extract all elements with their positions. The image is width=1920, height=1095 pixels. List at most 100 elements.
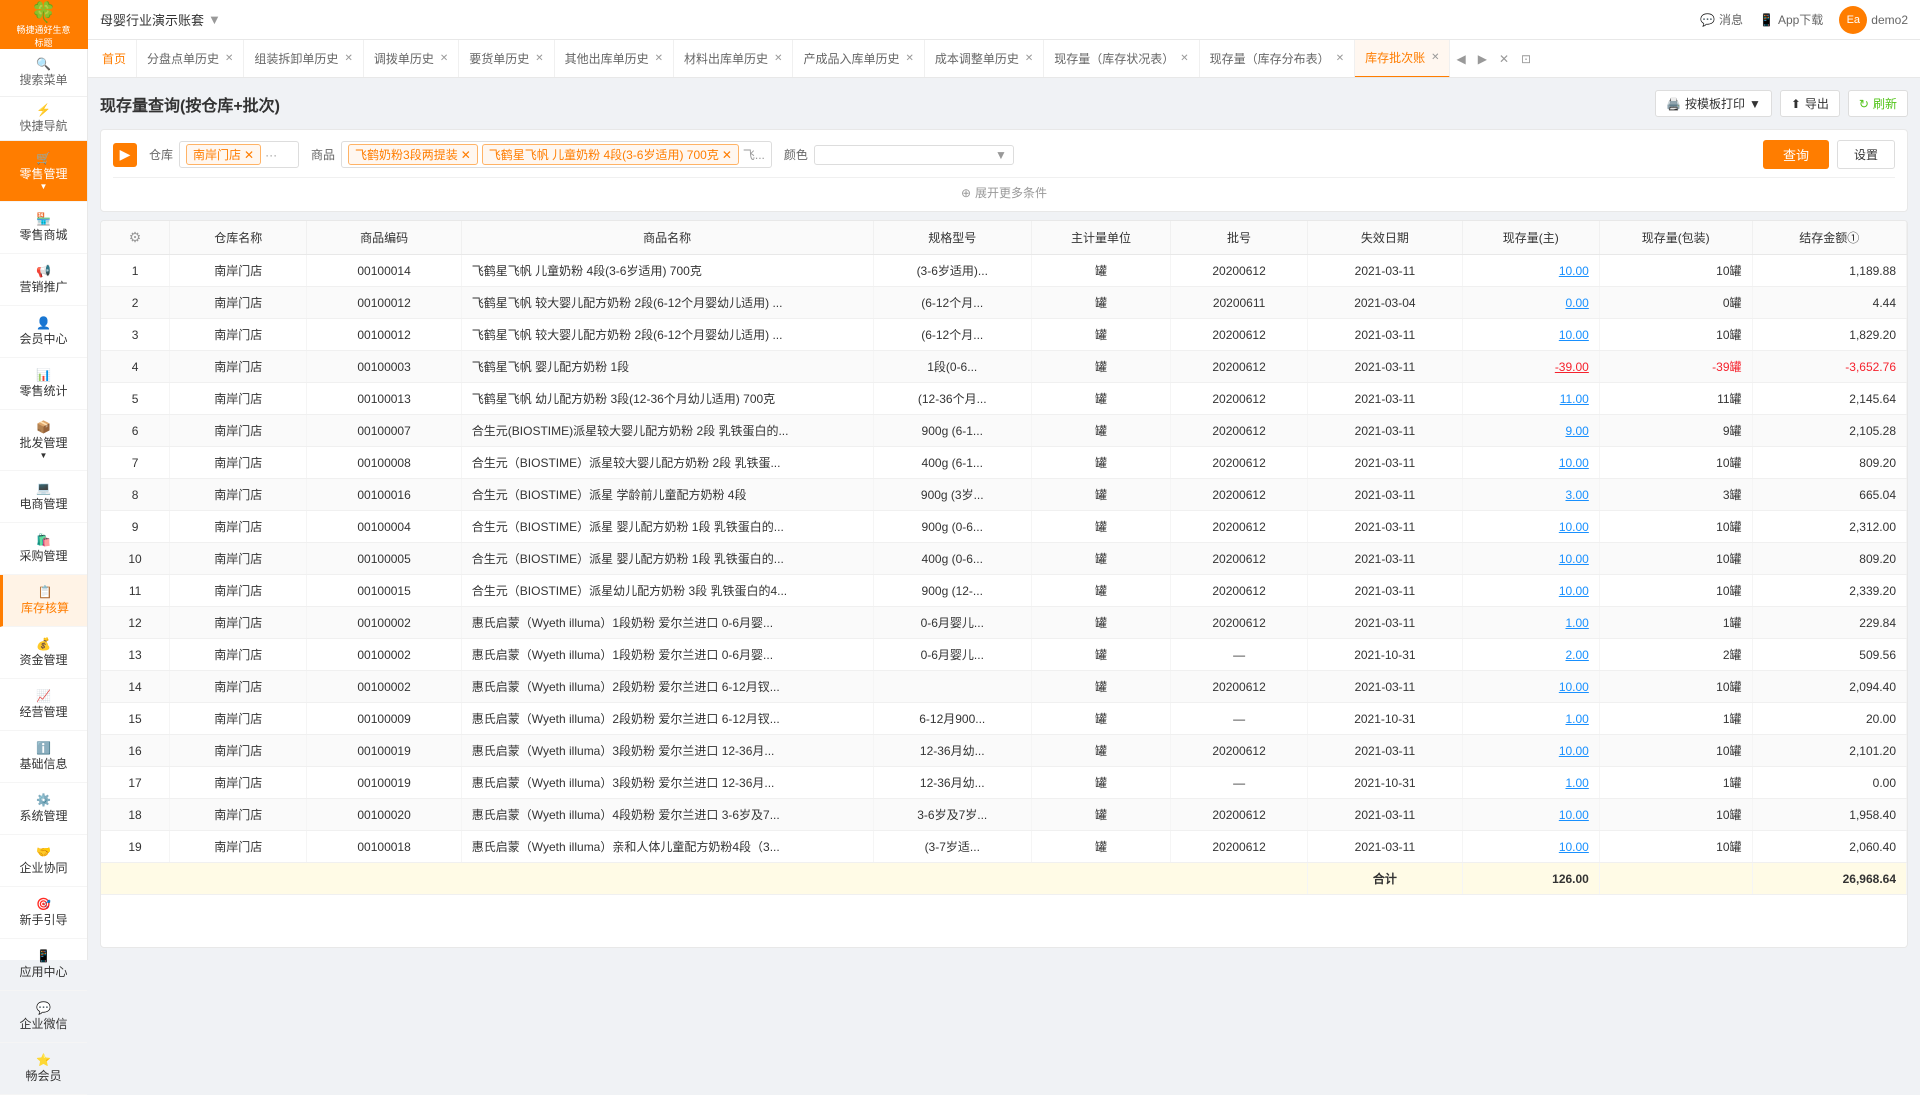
close-icon[interactable]: ✕	[655, 53, 663, 64]
close-icon[interactable]: ✕	[905, 53, 913, 64]
tab-finished-inbound[interactable]: 产成品入库单历史 ✕	[793, 40, 924, 78]
sidebar-item-retail-mgmt[interactable]: 🛒 零售管理 ▼	[0, 141, 87, 202]
tab-home[interactable]: 首页	[92, 40, 137, 78]
color-tag-container[interactable]: ▼	[814, 145, 1014, 165]
export-button[interactable]: ⬆ 导出	[1780, 90, 1840, 117]
close-icon[interactable]: ✕	[535, 53, 543, 64]
tab-inventory-count[interactable]: 分盘点单历史 ✕	[137, 40, 244, 78]
row-unit: 罐	[1031, 351, 1170, 383]
close-icon[interactable]: ✕	[1431, 52, 1439, 63]
goods-tag-1-close[interactable]: ✕	[461, 148, 471, 162]
row-qty-main[interactable]: 10.00	[1462, 511, 1599, 543]
tab-other-outbound[interactable]: 其他出库单历史 ✕	[555, 40, 674, 78]
tab-batch-account[interactable]: 库存批次账 ✕	[1355, 40, 1450, 78]
goods-filter-dots[interactable]: 飞...	[743, 146, 765, 163]
filter-expand-button[interactable]: ▶	[113, 143, 137, 167]
app-download-btn[interactable]: 📱 App下载	[1759, 11, 1823, 28]
tab-more-btn[interactable]: ⊡	[1515, 48, 1537, 70]
goods-tag-container[interactable]: 飞鹤奶粉3段两提装 ✕ 飞鹤星飞帆 儿童奶粉 4段(3-6岁适用) 700克 ✕…	[341, 141, 772, 168]
row-qty-main[interactable]: 1.00	[1462, 767, 1599, 799]
ecommerce-icon: 💻	[4, 481, 83, 495]
row-qty-main[interactable]: 10.00	[1462, 799, 1599, 831]
goods-tag-2-close[interactable]: ✕	[722, 148, 732, 162]
row-qty-main[interactable]: 11.00	[1462, 383, 1599, 415]
row-expire: 2021-03-11	[1308, 479, 1462, 511]
col-header-settings[interactable]: ⚙	[101, 221, 170, 255]
sidebar-item-guide[interactable]: 🎯 新手引导	[0, 887, 87, 939]
sidebar-item-finance[interactable]: 💰 资金管理	[0, 627, 87, 679]
row-qty-main[interactable]: 10.00	[1462, 319, 1599, 351]
row-qty-main[interactable]: 10.00	[1462, 735, 1599, 767]
close-icon[interactable]: ✕	[1336, 53, 1344, 64]
sidebar-item-inventory[interactable]: 📋 库存核算	[0, 575, 87, 627]
row-index: 4	[101, 351, 170, 383]
tab-requisition[interactable]: 要货单历史 ✕	[459, 40, 554, 78]
sidebar-quicknav[interactable]: ⚡ 快捷导航	[0, 97, 87, 141]
sidebar-item-appstore[interactable]: 📱 应用中心	[0, 939, 87, 991]
settings-button[interactable]: 设置	[1837, 140, 1895, 169]
table-row: 2 南岸门店 00100012 飞鹤星飞帆 较大婴儿配方奶粉 2段(6-12个月…	[101, 287, 1907, 319]
sidebar-item-retail-stats[interactable]: 📊 零售统计	[0, 358, 87, 410]
sidebar-item-enterprise[interactable]: 🤝 企业协同	[0, 835, 87, 887]
row-qty-main[interactable]: 10.00	[1462, 671, 1599, 703]
user-profile[interactable]: Ea demo2	[1839, 6, 1908, 34]
row-expire: 2021-03-11	[1308, 319, 1462, 351]
warehouse-filter-dots[interactable]: ···	[265, 148, 277, 162]
close-icon[interactable]: ✕	[774, 53, 782, 64]
warehouse-tag-container[interactable]: 南岸门店 ✕ ···	[179, 141, 299, 168]
sidebar-item-purchase[interactable]: 🛍️ 采购管理	[0, 523, 87, 575]
row-qty-main[interactable]: 9.00	[1462, 415, 1599, 447]
row-qty-main[interactable]: 10.00	[1462, 255, 1599, 287]
logo-text: 畅捷通好生意	[16, 25, 70, 36]
sidebar-search[interactable]: 🔍 搜索菜单	[0, 49, 87, 97]
sidebar-item-basic-info[interactable]: ℹ️ 基础信息	[0, 731, 87, 783]
table-row: 13 南岸门店 00100002 惠氏启蒙（Wyeth illuma）1段奶粉 …	[101, 639, 1907, 671]
sidebar-item-vip[interactable]: ⭐ 畅会员	[0, 1043, 87, 1095]
row-qty-main[interactable]: -39.00	[1462, 351, 1599, 383]
message-btn[interactable]: 💬 消息	[1700, 11, 1743, 28]
sidebar-item-wechat[interactable]: 💬 企业微信	[0, 991, 87, 1043]
close-icon[interactable]: ✕	[440, 53, 448, 64]
close-icon[interactable]: ✕	[225, 53, 233, 64]
row-qty-main[interactable]: 0.00	[1462, 287, 1599, 319]
refresh-button[interactable]: ↻ 刷新	[1848, 90, 1908, 117]
row-qty-main[interactable]: 10.00	[1462, 831, 1599, 863]
marketing-icon: 📢	[4, 264, 83, 278]
tab-transfer[interactable]: 调拨单历史 ✕	[364, 40, 459, 78]
row-spec: 12-36月幼...	[873, 767, 1031, 799]
tab-close-btn[interactable]: ✕	[1493, 48, 1515, 70]
account-selector[interactable]: 母婴行业演示账套 ▼	[100, 10, 221, 29]
sidebar-item-marketing[interactable]: 📢 营销推广	[0, 254, 87, 306]
expand-more-btn[interactable]: ⊕ 展开更多条件	[113, 177, 1895, 201]
row-qty-main[interactable]: 3.00	[1462, 479, 1599, 511]
sidebar-item-ecommerce[interactable]: 💻 电商管理	[0, 471, 87, 523]
close-icon[interactable]: ✕	[344, 53, 352, 64]
chevron-down-icon: ▼	[4, 182, 83, 191]
sidebar-item-retail-shop[interactable]: 🏪 零售商城	[0, 202, 87, 254]
row-balance: 2,339.20	[1752, 575, 1906, 607]
purchase-icon: 🛍️	[4, 533, 83, 547]
close-icon[interactable]: ✕	[1180, 53, 1188, 64]
row-qty-main[interactable]: 2.00	[1462, 639, 1599, 671]
row-qty-main[interactable]: 10.00	[1462, 447, 1599, 479]
close-icon[interactable]: ✕	[1025, 53, 1033, 64]
tab-stock-status[interactable]: 现存量（库存状况表） ✕	[1044, 40, 1199, 78]
sidebar-item-members[interactable]: 👤 会员中心	[0, 306, 87, 358]
tab-stock-dist[interactable]: 现存量（库存分布表） ✕	[1200, 40, 1355, 78]
tab-prev-btn[interactable]: ◀	[1450, 48, 1471, 70]
tab-assembly[interactable]: 组装拆卸单历史 ✕	[244, 40, 363, 78]
tab-next-btn[interactable]: ▶	[1472, 48, 1493, 70]
row-qty-main[interactable]: 1.00	[1462, 703, 1599, 735]
row-qty-main[interactable]: 10.00	[1462, 543, 1599, 575]
warehouse-tag-close[interactable]: ✕	[244, 148, 254, 162]
sidebar-item-wholesale[interactable]: 📦 批发管理 ▼	[0, 410, 87, 471]
tab-material-outbound[interactable]: 材料出库单历史 ✕	[674, 40, 793, 78]
row-qty-main[interactable]: 10.00	[1462, 575, 1599, 607]
col-header-code: 商品编码	[307, 221, 461, 255]
tab-cost-adjust[interactable]: 成本调整单历史 ✕	[925, 40, 1044, 78]
sidebar-item-management[interactable]: 📈 经营管理	[0, 679, 87, 731]
query-button[interactable]: 查询	[1763, 140, 1829, 169]
row-qty-main[interactable]: 1.00	[1462, 607, 1599, 639]
sidebar-item-system[interactable]: ⚙️ 系统管理	[0, 783, 87, 835]
template-print-button[interactable]: 🖨️ 按模板打印 ▼	[1655, 90, 1772, 117]
